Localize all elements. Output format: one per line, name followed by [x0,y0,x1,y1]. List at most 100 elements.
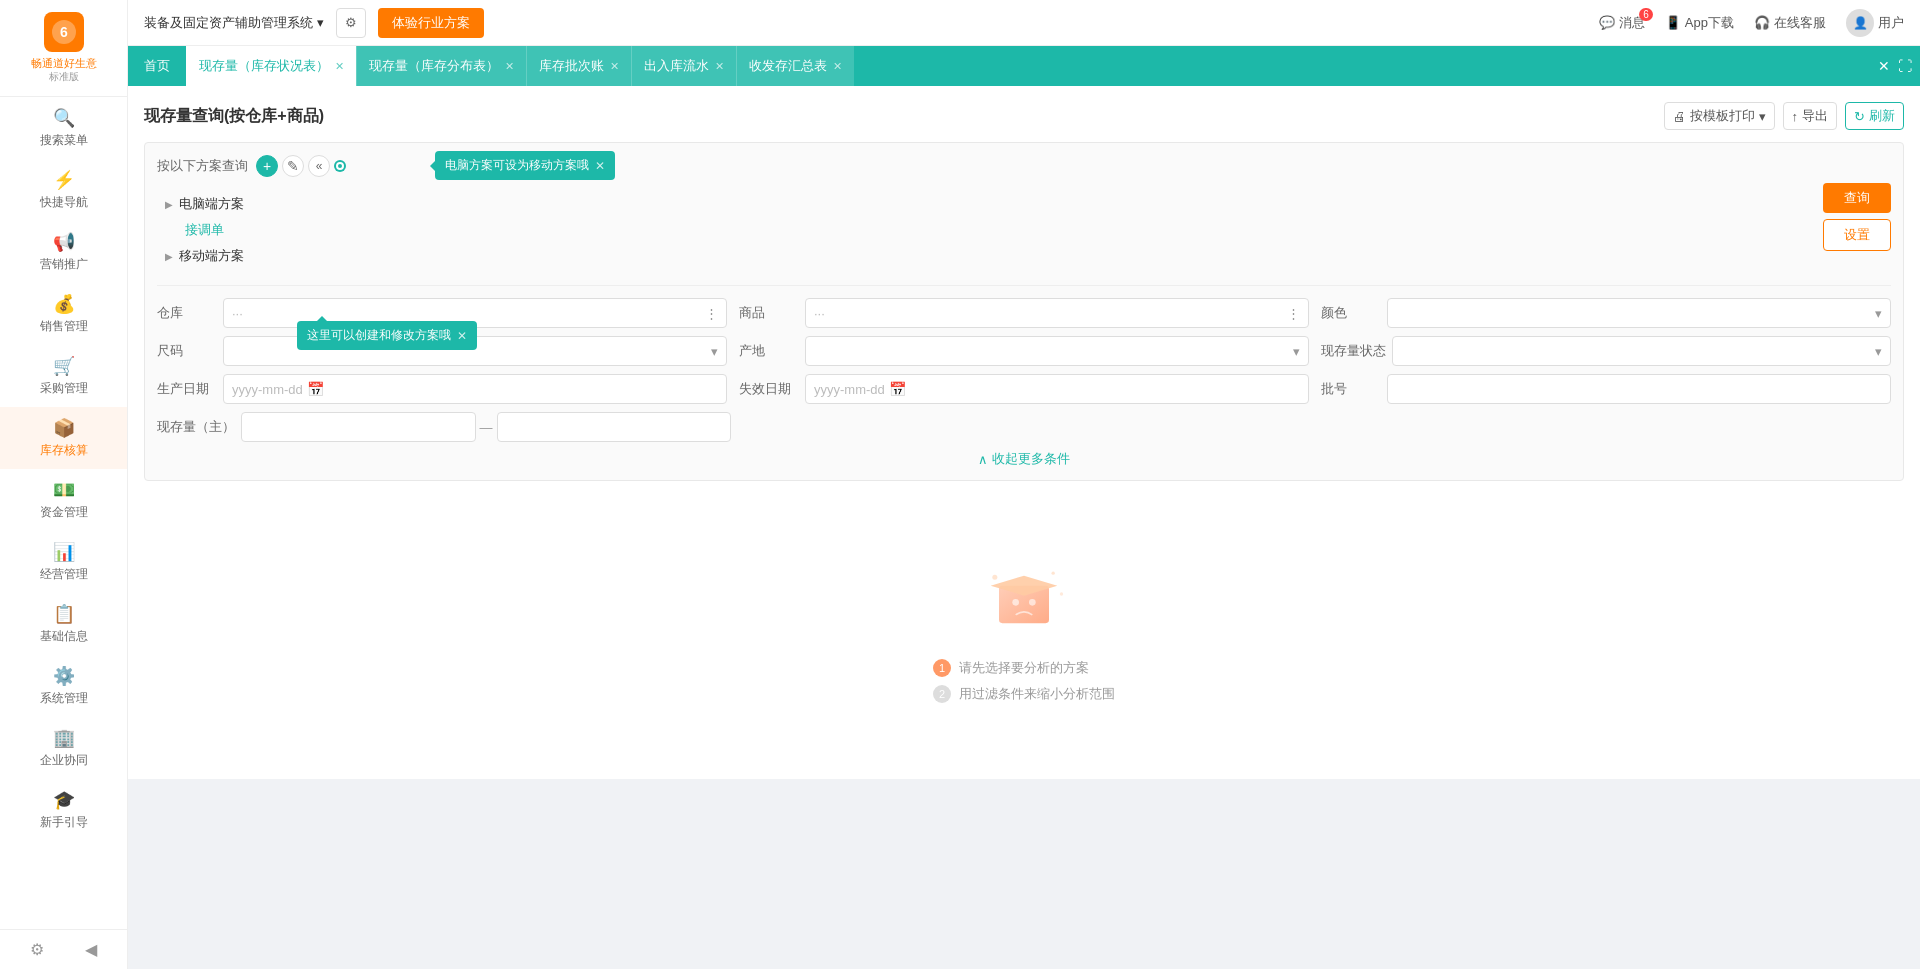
expire-date-calendar-icon[interactable]: 📅 [889,381,906,397]
settings-bottom-icon[interactable]: ⚙ [30,940,44,959]
batch-no-field: 批号 [1321,374,1891,404]
user-menu[interactable]: 👤 用户 [1846,9,1904,37]
add-scheme-button[interactable]: + [256,155,278,177]
sidebar-item-label: 企业协同 [40,752,88,769]
export-button[interactable]: ↑ 导出 [1783,102,1838,130]
filter-rows: 仓库 ··· ⋮ 商品 ··· ⋮ [157,298,1891,442]
tab-in-out-flow[interactable]: 出入库流水 ✕ [631,46,736,86]
sidebar-item-finance[interactable]: 💵 资金管理 [0,469,127,531]
sidebar-item-label: 销售管理 [40,318,88,335]
tab-inventory-status[interactable]: 现存量（库存状况表） ✕ [186,46,356,86]
system-selector[interactable]: 装备及固定资产辅助管理系统 ▾ [144,14,324,32]
tab-home[interactable]: 首页 [128,46,186,86]
empty-illustration [974,549,1074,639]
goods-placeholder: ··· [814,306,825,321]
industry-button[interactable]: 体验行业方案 [378,8,484,38]
tooltip-scheme-close-icon[interactable]: ✕ [457,329,467,343]
expire-date-input[interactable]: yyyy-mm-dd 📅 [805,374,1309,404]
logo-badge: 标准版 [49,70,79,84]
back-scheme-button[interactable]: « [308,155,330,177]
sidebar-item-sales[interactable]: 💰 销售管理 [0,283,127,345]
origin-select[interactable]: ▾ [805,336,1309,366]
service-icon: 🎧 [1754,15,1770,30]
sidebar-item-purchase[interactable]: 🛒 采购管理 [0,345,127,407]
message-icon: 💬 [1599,15,1615,30]
print-button[interactable]: 🖨 按模板打印 ▾ [1664,102,1775,130]
mobile-scheme-label: 移动端方案 [179,247,244,265]
filter-section: 电脑方案可设为移动方案哦 ✕ 这里可以创建和修改方案哦 ✕ 按以下方案查询 + … [144,142,1904,481]
tooltip-close-icon[interactable]: ✕ [595,159,605,173]
prod-date-calendar-icon[interactable]: 📅 [307,381,324,397]
sidebar-item-label: 采购管理 [40,380,88,397]
stock-qty-from[interactable] [241,412,476,442]
enterprise-icon: 🏢 [53,727,75,749]
title-actions: 🖨 按模板打印 ▾ ↑ 导出 ↻ 刷新 [1664,102,1905,130]
color-select[interactable]: ▾ [1387,298,1891,328]
sidebar-item-label: 新手引导 [40,814,88,831]
empty-tip-1: 1 请先选择要分析的方案 [933,659,1115,677]
header-right: 💬 消息 6 📱 App下载 🎧 在线客服 👤 用户 [1599,9,1904,37]
tab-close-icon[interactable]: ✕ [833,60,842,73]
sidebar-item-search-menu[interactable]: 🔍 搜索菜单 [0,97,127,159]
tab-batch-account[interactable]: 库存批次账 ✕ [526,46,631,86]
collapse-more-button[interactable]: ∧ 收起更多条件 [978,450,1070,468]
color-label: 颜色 [1321,304,1381,322]
size-dropdown-icon: ▾ [711,344,718,359]
edit-scheme-button[interactable]: ✎ [282,155,304,177]
stock-qty-to[interactable] [497,412,732,442]
range-separator: — [480,420,493,435]
sidebar-item-quick-nav[interactable]: ⚡ 快捷导航 [0,159,127,221]
refresh-button[interactable]: ↻ 刷新 [1845,102,1904,130]
app-download-button[interactable]: 📱 App下载 [1665,14,1734,32]
color-dropdown-icon: ▾ [1875,306,1882,321]
gear-button[interactable]: ⚙ [336,8,366,38]
query-button[interactable]: 查询 [1823,183,1891,213]
sidebar-item-operations[interactable]: 📊 经营管理 [0,531,127,593]
reset-button[interactable]: 设置 [1823,219,1891,251]
mobile-scheme-item[interactable]: ▶ 移动端方案 [157,243,1891,269]
sidebar-item-enterprise[interactable]: 🏢 企业协同 [0,717,127,779]
tab-close-icon[interactable]: ✕ [505,60,514,73]
online-service-button[interactable]: 🎧 在线客服 [1754,14,1826,32]
pc-scheme-item[interactable]: ▶ 电脑端方案 [157,191,1891,217]
tab-inventory-dist[interactable]: 现存量（库存分布表） ✕ [356,46,526,86]
phone-icon: 📱 [1665,15,1681,30]
sidebar-item-marketing[interactable]: 📢 营销推广 [0,221,127,283]
collapse-icon: ∧ [978,452,988,467]
origin-field: 产地 ▾ [739,336,1309,366]
message-badge: 6 [1639,8,1653,21]
tab-collect-summary[interactable]: 收发存汇总表 ✕ [736,46,854,86]
system-icon: ⚙️ [53,665,75,687]
operations-icon: 📊 [53,541,75,563]
sidebar-item-inventory[interactable]: 📦 库存核算 [0,407,127,469]
stock-qty-field: 现存量（主） — [157,412,731,442]
sidebar-item-guide[interactable]: 🎓 新手引导 [0,779,127,841]
page-content: 现存量查询(按仓库+商品) 🖨 按模板打印 ▾ ↑ 导出 ↻ 刷新 [128,86,1920,969]
batch-no-input[interactable] [1387,374,1891,404]
tip-num-2: 2 [933,685,951,703]
tab-close-icon[interactable]: ✕ [610,60,619,73]
base-info-icon: 📋 [53,603,75,625]
scheme-sub-item[interactable]: 接调单 [157,217,1891,243]
finance-icon: 💵 [53,479,75,501]
tab-label: 现存量（库存状况表） [199,57,329,75]
goods-select[interactable]: ··· ⋮ [805,298,1309,328]
arrow-icon: ▶ [165,199,173,210]
svg-point-8 [1060,592,1063,595]
tab-close-icon[interactable]: ✕ [335,60,344,73]
tab-close-icon[interactable]: ✕ [715,60,724,73]
sidebar-item-label: 资金管理 [40,504,88,521]
message-button[interactable]: 💬 消息 6 [1599,14,1645,32]
sidebar-item-label: 基础信息 [40,628,88,645]
sidebar-item-system[interactable]: ⚙️ 系统管理 [0,655,127,717]
tip-num-1: 1 [933,659,951,677]
sidebar-item-base-info[interactable]: 📋 基础信息 [0,593,127,655]
tab-fullscreen-icon[interactable]: ⛶ [1898,58,1912,74]
collapse-sidebar-icon[interactable]: ◀ [85,940,97,959]
tab-close-all-icon[interactable]: ✕ [1878,58,1890,74]
warehouse-label: 仓库 [157,304,217,322]
tab-bar-right: ✕ ⛶ [1878,58,1920,74]
stock-status-select[interactable]: ▾ [1392,336,1891,366]
batch-no-label: 批号 [1321,380,1381,398]
prod-date-input[interactable]: yyyy-mm-dd 📅 [223,374,727,404]
